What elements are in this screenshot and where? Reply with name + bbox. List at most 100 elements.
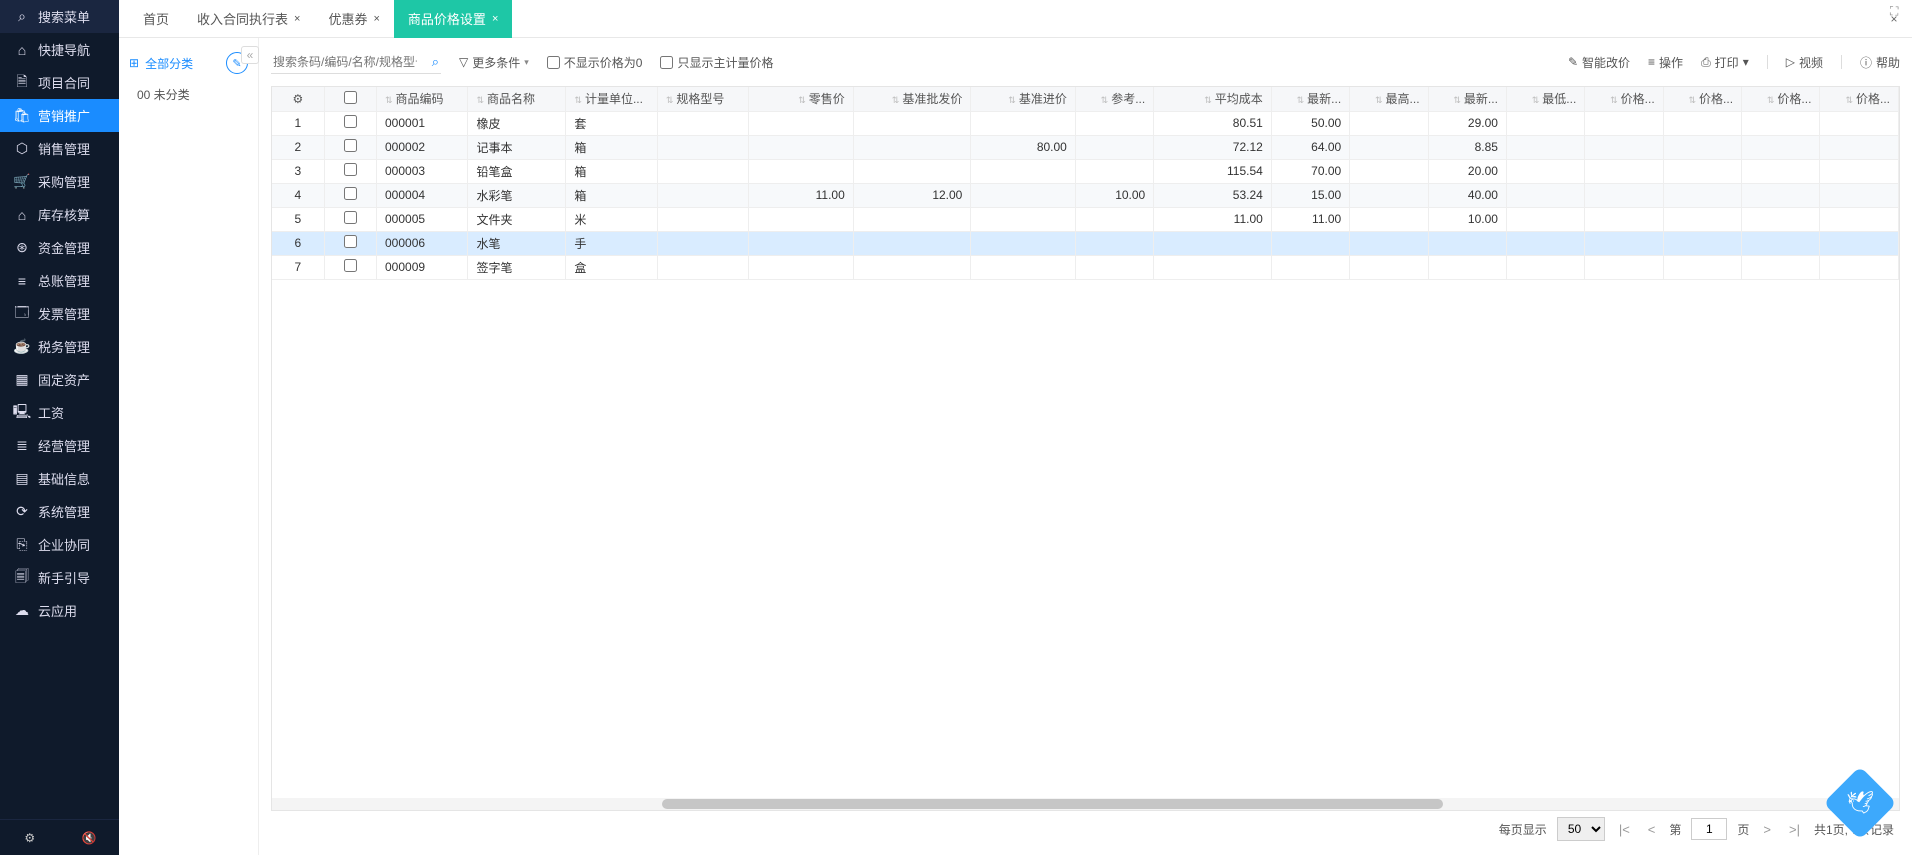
column-header-chk[interactable] <box>324 87 376 111</box>
column-header-ref[interactable]: ⇅参考... <box>1075 87 1153 111</box>
tab-0[interactable]: 首页 <box>129 0 183 38</box>
cell-code[interactable]: 000002 <box>377 135 468 159</box>
hide-zero-price-checkbox[interactable]: 不显示价格为0 <box>547 54 643 71</box>
sidebar-item-2[interactable]: 🗎项目合同 <box>0 66 119 99</box>
cell-p3[interactable] <box>1742 135 1820 159</box>
scrollbar-thumb[interactable] <box>662 799 1443 809</box>
cell-idx[interactable]: 5 <box>272 207 324 231</box>
row-checkbox[interactable] <box>344 163 357 176</box>
cell-purchase[interactable] <box>971 159 1076 183</box>
cell-unit[interactable]: 箱 <box>566 159 657 183</box>
cell-p4[interactable] <box>1820 159 1899 183</box>
cell-lowest[interactable] <box>1506 207 1584 231</box>
cell-name[interactable]: 文件夹 <box>468 207 566 231</box>
cell-idx[interactable]: 1 <box>272 111 324 135</box>
cell-unit[interactable]: 箱 <box>566 183 657 207</box>
cell-lowest[interactable] <box>1506 231 1584 255</box>
cell-ref[interactable] <box>1075 111 1153 135</box>
cell-spec[interactable] <box>657 111 748 135</box>
cell-p1[interactable] <box>1585 207 1663 231</box>
mute-button[interactable]: 🔇 <box>60 820 120 855</box>
cell-p1[interactable] <box>1585 135 1663 159</box>
column-header-latest2[interactable]: ⇅最新... <box>1428 87 1506 111</box>
sidebar-item-7[interactable]: ⊛资金管理 <box>0 231 119 264</box>
cell-highest[interactable] <box>1350 183 1428 207</box>
sidebar-item-13[interactable]: ≣经营管理 <box>0 429 119 462</box>
smart-price-button[interactable]: ✎智能改价 <box>1568 54 1630 71</box>
table-row[interactable]: 1000001橡皮套80.5150.0029.00 <box>272 111 1899 135</box>
column-header-idx[interactable]: ⚙ <box>272 87 324 111</box>
cell-p4[interactable] <box>1820 255 1899 279</box>
cell-p4[interactable] <box>1820 231 1899 255</box>
cell-avgcost[interactable]: 11.00 <box>1154 207 1272 231</box>
category-item[interactable]: 00 未分类 <box>125 78 252 111</box>
cell-p3[interactable] <box>1742 159 1820 183</box>
cell-chk[interactable] <box>324 183 376 207</box>
cell-p4[interactable] <box>1820 135 1899 159</box>
cell-purchase[interactable] <box>971 231 1076 255</box>
cell-p4[interactable] <box>1820 183 1899 207</box>
all-categories-link[interactable]: 全部分类 <box>145 55 193 72</box>
column-header-spec[interactable]: ⇅规格型号 <box>657 87 748 111</box>
column-header-purchase[interactable]: ⇅基准进价 <box>971 87 1076 111</box>
cell-wholesale[interactable] <box>853 255 971 279</box>
cell-retail[interactable] <box>749 231 854 255</box>
cell-code[interactable]: 000006 <box>377 231 468 255</box>
cell-name[interactable]: 水笔 <box>468 231 566 255</box>
table-row[interactable]: 2000002记事本箱80.0072.1264.008.85 <box>272 135 1899 159</box>
cell-latest1[interactable]: 15.00 <box>1271 183 1349 207</box>
cell-ref[interactable] <box>1075 231 1153 255</box>
cell-ref[interactable] <box>1075 159 1153 183</box>
search-input[interactable] <box>271 51 441 74</box>
cell-p1[interactable] <box>1585 159 1663 183</box>
cell-highest[interactable] <box>1350 159 1428 183</box>
column-header-wholesale[interactable]: ⇅基准批发价 <box>853 87 971 111</box>
sidebar-item-3[interactable]: 🛍营销推广 <box>0 99 119 132</box>
cell-p1[interactable] <box>1585 183 1663 207</box>
cell-idx[interactable]: 7 <box>272 255 324 279</box>
sidebar-item-4[interactable]: ⬡销售管理 <box>0 132 119 165</box>
main-unit-only-checkbox[interactable]: 只显示主计量价格 <box>660 54 773 71</box>
cell-wholesale[interactable] <box>853 111 971 135</box>
cell-avgcost[interactable] <box>1154 255 1272 279</box>
cell-chk[interactable] <box>324 255 376 279</box>
sidebar-item-5[interactable]: 🛒采购管理 <box>0 165 119 198</box>
horizontal-scrollbar[interactable] <box>272 798 1899 810</box>
cell-spec[interactable] <box>657 183 748 207</box>
cell-avgcost[interactable]: 80.51 <box>1154 111 1272 135</box>
cell-spec[interactable] <box>657 231 748 255</box>
tab-close-icon[interactable]: × <box>492 13 498 25</box>
cell-code[interactable]: 000005 <box>377 207 468 231</box>
row-checkbox[interactable] <box>344 235 357 248</box>
cell-code[interactable]: 000003 <box>377 159 468 183</box>
cell-p1[interactable] <box>1585 255 1663 279</box>
cell-retail[interactable]: 11.00 <box>749 183 854 207</box>
cell-highest[interactable] <box>1350 255 1428 279</box>
cell-ref[interactable] <box>1075 255 1153 279</box>
cell-p2[interactable] <box>1663 159 1741 183</box>
cell-lowest[interactable] <box>1506 135 1584 159</box>
cell-latest2[interactable]: 40.00 <box>1428 183 1506 207</box>
cell-ref[interactable] <box>1075 135 1153 159</box>
cell-code[interactable]: 000001 <box>377 111 468 135</box>
cell-unit[interactable]: 手 <box>566 231 657 255</box>
column-header-highest[interactable]: ⇅最高... <box>1350 87 1428 111</box>
row-checkbox[interactable] <box>344 187 357 200</box>
sidebar-item-16[interactable]: ⎘企业协同 <box>0 528 119 561</box>
sidebar-item-6[interactable]: ⌂库存核算 <box>0 198 119 231</box>
cell-avgcost[interactable]: 115.54 <box>1154 159 1272 183</box>
cell-latest1[interactable] <box>1271 255 1349 279</box>
cell-purchase[interactable] <box>971 255 1076 279</box>
cell-chk[interactable] <box>324 207 376 231</box>
sidebar-item-10[interactable]: ☕税务管理 <box>0 330 119 363</box>
cell-p3[interactable] <box>1742 111 1820 135</box>
cell-name[interactable]: 记事本 <box>468 135 566 159</box>
column-header-lowest[interactable]: ⇅最低... <box>1506 87 1584 111</box>
cell-lowest[interactable] <box>1506 159 1584 183</box>
cell-avgcost[interactable]: 72.12 <box>1154 135 1272 159</box>
column-header-name[interactable]: ⇅商品名称 <box>468 87 566 111</box>
cell-latest1[interactable]: 64.00 <box>1271 135 1349 159</box>
sidebar-item-1[interactable]: ⌂快捷导航 <box>0 33 119 66</box>
prev-page-button[interactable]: < <box>1644 822 1660 837</box>
cell-idx[interactable]: 3 <box>272 159 324 183</box>
